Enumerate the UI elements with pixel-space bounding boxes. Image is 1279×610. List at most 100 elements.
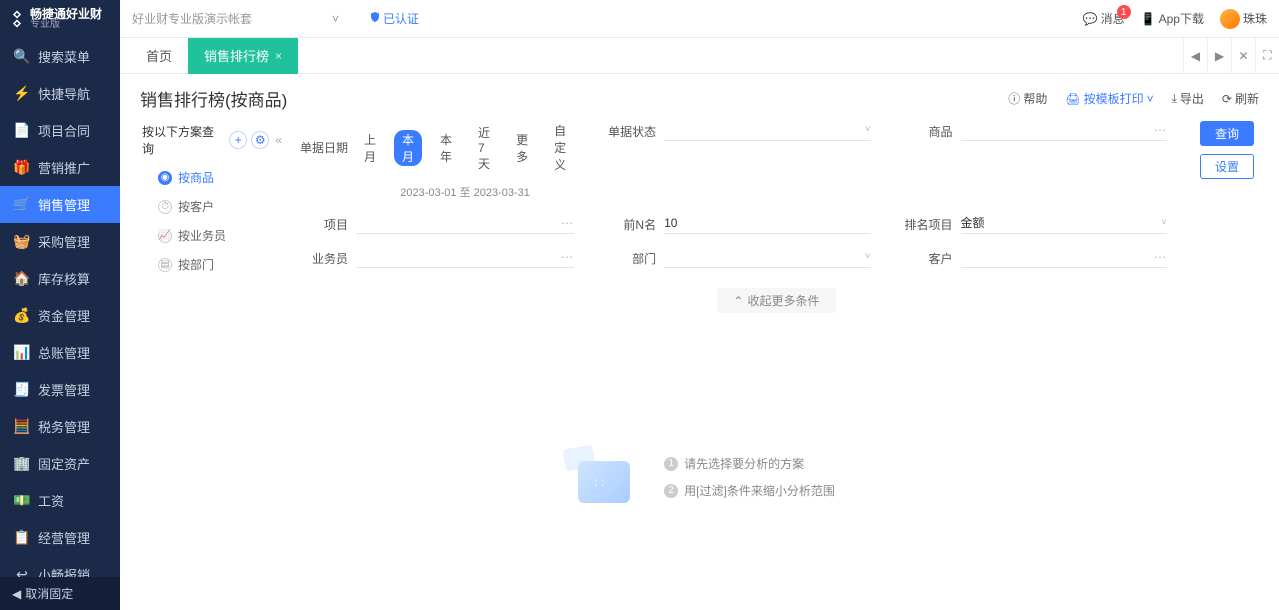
scheme-item-icon: ◉	[158, 171, 172, 185]
scheme-item-label: 按客户	[178, 198, 214, 215]
date-sep: 至	[460, 187, 471, 199]
scheme-item-1[interactable]: ⏱ 按客户	[142, 192, 284, 221]
salesman-select[interactable]: ⋯	[356, 248, 574, 268]
rank-select[interactable]: 金额˅	[961, 214, 1167, 234]
sidebar-menu: 🔍 搜索菜单 ⚡ 快捷导航 📄 项目合同 🎁营销推广🛒销售管理🧺采购管理🏠库存核算 💰 资金管理…	[0, 38, 120, 577]
sidebar-item-13[interactable]: 📋经营管理	[0, 519, 120, 556]
step-1-badge: 1	[664, 457, 678, 471]
sidebar-item-8[interactable]: 📊总账管理	[0, 334, 120, 371]
topn-label: 前N名	[604, 216, 656, 233]
menu-icon: 📋	[14, 530, 30, 546]
tab-1[interactable]: 销售排行榜×	[188, 38, 298, 74]
sidebar: 畅捷通好业财 专业版 🔍搜索菜单⚡快捷导航📄项目合同🎁营销推广🛒销售管理🧺采购管…	[0, 0, 120, 610]
sidebar-item-10[interactable]: 🧮税务管理	[0, 408, 120, 445]
topn-input[interactable]: 10	[664, 214, 870, 234]
project-select[interactable]: ⋯	[356, 214, 574, 234]
collapse-filters-button[interactable]: ⌃ 收起更多条件	[717, 288, 835, 313]
scheme-item-label: 按业务员	[178, 227, 226, 244]
date-chip-5[interactable]: 自定义	[546, 121, 574, 174]
refresh-button[interactable]: ⟳ 刷新	[1222, 90, 1259, 107]
sidebar-item-1[interactable]: ⚡ 快捷导航	[0, 75, 120, 112]
date-chip-3[interactable]: 近7天	[470, 123, 498, 173]
sidebar-item-7[interactable]: 💰 资金管理	[0, 297, 120, 334]
refresh-icon: ⟳	[1222, 92, 1232, 106]
collapse-label: 收起更多条件	[748, 292, 820, 309]
shield-icon	[369, 11, 381, 26]
menu-icon: 🧮	[14, 419, 30, 435]
date-to: 2023-03-31	[474, 187, 530, 199]
query-button[interactable]: 查询	[1200, 121, 1254, 146]
dept-select[interactable]: ˅	[664, 248, 870, 268]
sidebar-item-14[interactable]: ↩小畅报销	[0, 556, 120, 577]
menu-label: 快捷导航	[38, 84, 90, 103]
more-icon: ⋯	[561, 216, 574, 230]
menu-icon: 📄	[14, 123, 30, 139]
menu-label: 资金管理	[38, 306, 90, 325]
app-download-label: App下载	[1159, 10, 1204, 27]
customer-select[interactable]: ⋯	[961, 248, 1167, 268]
menu-icon: 🏢	[14, 456, 30, 472]
scheme-item-icon: ⏱	[158, 200, 172, 214]
menu-label: 发票管理	[38, 380, 90, 399]
date-chip-2[interactable]: 本年	[432, 130, 460, 166]
user-name: 珠珠	[1243, 10, 1267, 27]
sidebar-item-6[interactable]: 🏠库存核算	[0, 260, 120, 297]
phone-icon: 📱	[1141, 12, 1156, 26]
scheme-item-label: 按部门	[178, 256, 214, 273]
tab-next-button[interactable]: ▶	[1207, 38, 1231, 74]
sidebar-item-2[interactable]: 📄 项目合同	[0, 112, 120, 149]
tab-0[interactable]: 首页	[130, 38, 188, 74]
tab-close-all-button[interactable]: ✕	[1231, 38, 1255, 74]
more-icon: ⋯	[1154, 123, 1167, 137]
scheme-settings-button[interactable]: ⚙	[251, 131, 269, 149]
sidebar-item-12[interactable]: 💵工资	[0, 482, 120, 519]
sidebar-pin-toggle[interactable]: ◀ 取消固定	[0, 577, 120, 610]
menu-icon: ⚡	[14, 86, 30, 102]
sidebar-item-4[interactable]: 🛒销售管理	[0, 186, 120, 223]
tab-prev-button[interactable]: ◀	[1183, 38, 1207, 74]
chevron-down-icon: ˅	[865, 124, 871, 135]
pin-icon: ◀	[12, 587, 21, 601]
sidebar-footer-label: 取消固定	[25, 585, 73, 602]
scheme-add-button[interactable]: +	[229, 131, 247, 149]
scheme-item-2[interactable]: 📈按业务员	[142, 221, 284, 250]
help-icon: ⓘ	[1008, 90, 1020, 107]
menu-label: 项目合同	[38, 121, 90, 140]
fullscreen-button[interactable]: ⛶	[1255, 38, 1279, 74]
menu-icon: 💵	[14, 493, 30, 509]
export-button[interactable]: ⤓ 导出	[1172, 90, 1204, 107]
product-select[interactable]: ⋯	[961, 121, 1167, 141]
scheme-title: 按以下方案查询	[142, 123, 223, 157]
help-button[interactable]: ⓘ 帮助	[1008, 90, 1047, 107]
chevron-down-icon: ˅	[1161, 217, 1167, 228]
print-button[interactable]: 🖨 按模板打印 ˅	[1065, 90, 1153, 107]
print-icon: 🖨	[1065, 92, 1080, 106]
sidebar-item-5[interactable]: 🧺采购管理	[0, 223, 120, 260]
menu-icon: 🏠	[14, 271, 30, 287]
empty-state: : : 1 请先选择要分析的方案 2 用[过滤]条件来缩小分析范围	[120, 327, 1279, 507]
scheme-item-0[interactable]: ◉按商品	[142, 163, 284, 192]
date-chip-1[interactable]: 本月	[394, 130, 422, 166]
menu-icon: 💰	[14, 308, 30, 324]
menu-label: 搜索菜单	[38, 47, 90, 66]
scheme-collapse-button[interactable]: «	[273, 133, 284, 147]
more-icon: ⋯	[1154, 250, 1167, 264]
menu-label: 销售管理	[38, 195, 90, 214]
settings-button[interactable]: 设置	[1200, 154, 1254, 179]
sidebar-item-3[interactable]: 🎁营销推广	[0, 149, 120, 186]
page-title: 销售排行榜(按商品)	[140, 86, 287, 111]
scheme-item-3[interactable]: ▤按部门	[142, 250, 284, 279]
sidebar-item-0[interactable]: 🔍 搜索菜单	[0, 38, 120, 75]
messages-button[interactable]: 💬 消息 1	[1083, 10, 1125, 27]
status-select[interactable]: ˅	[664, 121, 870, 141]
org-selector[interactable]: 好业财专业版演示帐套 ˅	[132, 10, 339, 27]
sidebar-item-11[interactable]: 🏢 固定资产	[0, 445, 120, 482]
menu-icon: 🔍	[14, 49, 30, 65]
tab-close-icon[interactable]: ×	[275, 49, 282, 63]
date-chip-4[interactable]: 更多	[508, 130, 536, 166]
sidebar-item-9[interactable]: 🧾发票管理	[0, 371, 120, 408]
app-download-button[interactable]: 📱 App下载	[1141, 10, 1204, 27]
menu-label: 固定资产	[38, 454, 90, 473]
date-chip-0[interactable]: 上月	[356, 130, 384, 166]
user-menu[interactable]: 珠珠	[1220, 9, 1267, 29]
